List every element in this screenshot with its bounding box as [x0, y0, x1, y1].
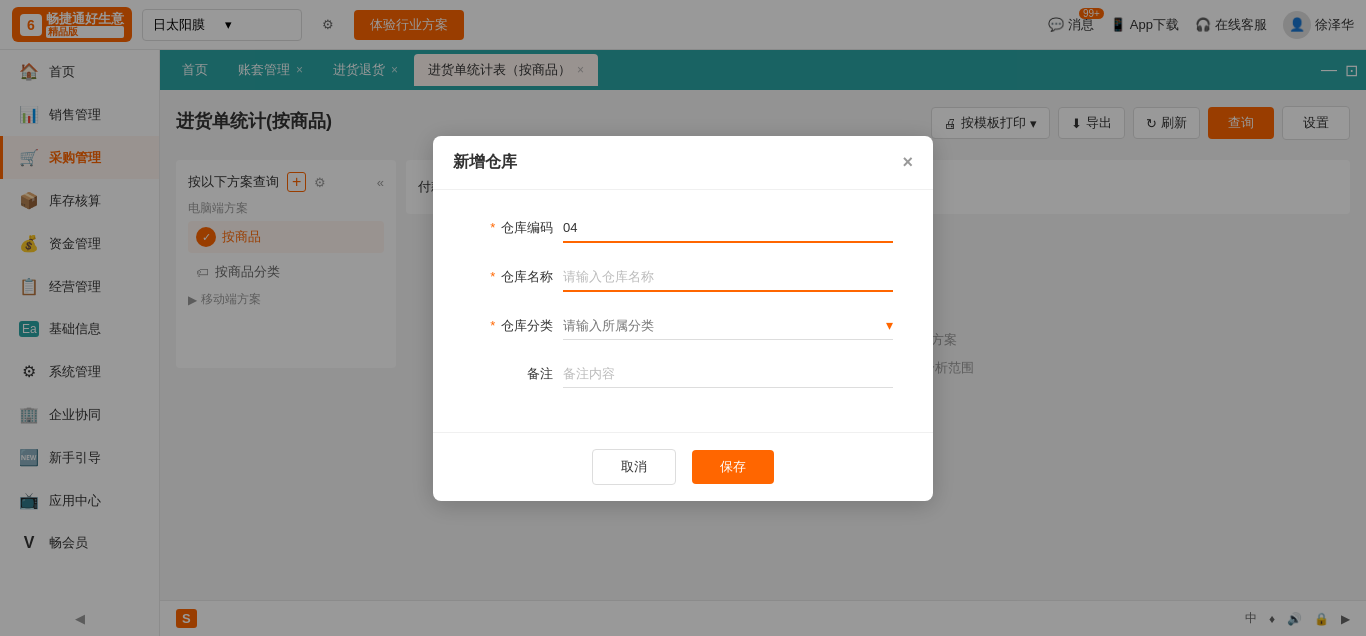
warehouse-name-row: * 仓库名称 — [473, 263, 893, 292]
warehouse-category-row: * 仓库分类 ▾ — [473, 312, 893, 340]
category-dropdown-arrow[interactable]: ▾ — [886, 317, 893, 333]
dialog-header: 新增仓库 × — [433, 136, 933, 190]
required-mark-2: * — [490, 269, 495, 284]
dialog-title: 新增仓库 — [453, 152, 517, 173]
warehouse-code-input[interactable] — [563, 214, 893, 243]
dialog-close-button[interactable]: × — [902, 152, 913, 173]
modal-overlay[interactable]: 新增仓库 × * 仓库编码 * 仓库名称 — [0, 0, 1366, 636]
note-row: 备注 — [473, 360, 893, 388]
dialog-footer: 取消 保存 — [433, 432, 933, 501]
warehouse-category-input[interactable] — [563, 312, 886, 339]
warehouse-code-row: * 仓库编码 — [473, 214, 893, 243]
warehouse-name-label: * 仓库名称 — [473, 268, 553, 286]
warehouse-category-select-wrap[interactable]: ▾ — [563, 312, 893, 340]
note-input[interactable] — [563, 360, 893, 388]
note-label: 备注 — [473, 365, 553, 383]
save-button[interactable]: 保存 — [692, 450, 774, 484]
warehouse-name-input[interactable] — [563, 263, 893, 292]
required-mark-3: * — [490, 318, 495, 333]
required-mark: * — [490, 220, 495, 235]
warehouse-category-label: * 仓库分类 — [473, 317, 553, 335]
new-warehouse-dialog: 新增仓库 × * 仓库编码 * 仓库名称 — [433, 136, 933, 501]
warehouse-code-label: * 仓库编码 — [473, 219, 553, 237]
dialog-body: * 仓库编码 * 仓库名称 * 仓库分类 — [433, 190, 933, 432]
cancel-button[interactable]: 取消 — [592, 449, 676, 485]
